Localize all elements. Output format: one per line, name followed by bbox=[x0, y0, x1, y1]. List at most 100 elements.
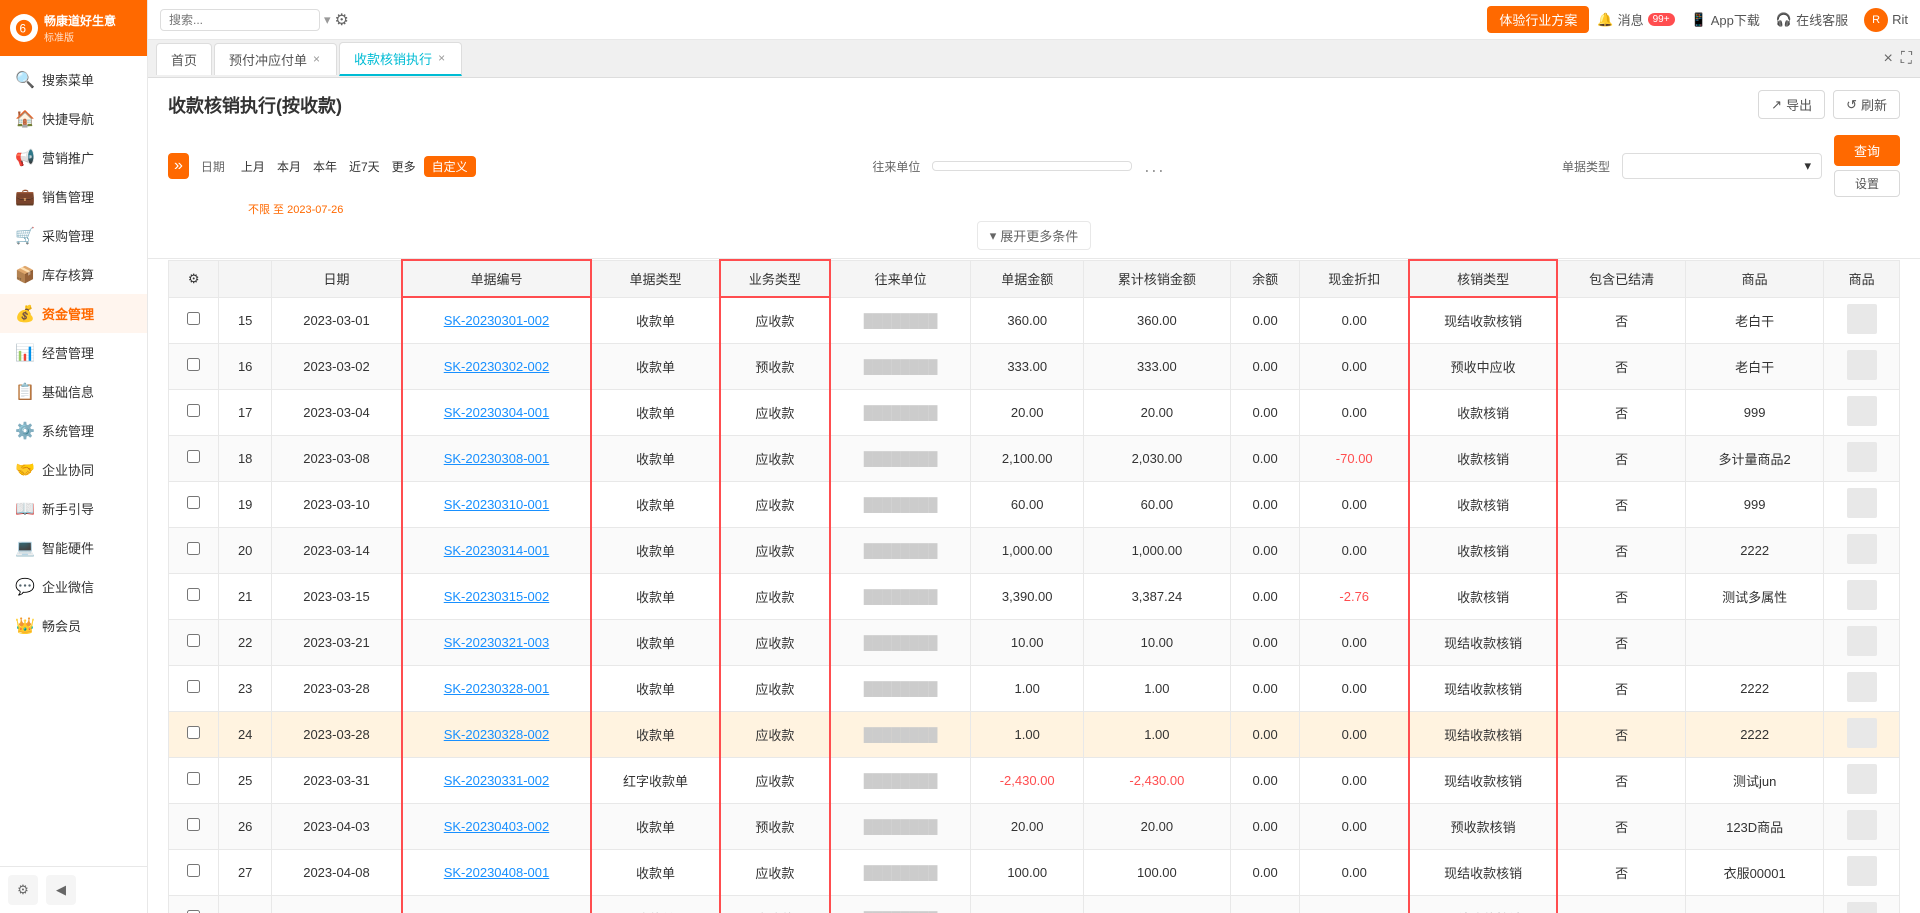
row-goods: 2222 bbox=[1686, 665, 1824, 711]
row-cumulative: 10.00 bbox=[1083, 619, 1230, 665]
row-checkbox[interactable] bbox=[169, 435, 219, 481]
bill-no-link[interactable]: SK-20230304-001 bbox=[444, 405, 550, 420]
sidebar-item-inventory[interactable]: 📦 库存核算 bbox=[0, 255, 147, 294]
row-date: 2023-04-18 bbox=[271, 895, 401, 913]
setting-button[interactable]: 设置 bbox=[1834, 170, 1900, 197]
sidebar-item-hardware[interactable]: 💻 智能硬件 bbox=[0, 528, 147, 567]
bill-no-link[interactable]: SK-20230314-001 bbox=[444, 543, 550, 558]
bill-no-link[interactable]: SK-20230301-002 bbox=[444, 313, 550, 328]
custom-date-button[interactable]: 自定义 bbox=[424, 156, 476, 177]
sidebar-item-wechat[interactable]: 💬 企业微信 bbox=[0, 567, 147, 606]
row-bill-type: 收款单 bbox=[591, 849, 720, 895]
bill-no-link[interactable]: SK-20230308-001 bbox=[444, 451, 550, 466]
tab-collection-close[interactable]: × bbox=[436, 51, 447, 65]
notification-button[interactable]: 🔔 消息 99+ bbox=[1597, 10, 1674, 29]
sidebar-item-guide[interactable]: 📖 新手引导 bbox=[0, 489, 147, 528]
bill-no-link[interactable]: SK-20230328-001 bbox=[444, 681, 550, 696]
bill-no-link[interactable]: SK-20230408-001 bbox=[444, 865, 550, 880]
bill-no-link[interactable]: SK-20230321-003 bbox=[444, 635, 550, 650]
sidebar-item-member[interactable]: 👑 畅会员 bbox=[0, 606, 147, 645]
row-amount: 100.00 bbox=[971, 895, 1084, 913]
sidebar-item-quick[interactable]: 🏠 快捷导航 bbox=[0, 99, 147, 138]
row-checkbox[interactable] bbox=[169, 803, 219, 849]
table-row: 24 2023-03-28 SK-20230328-002 收款单 应收款 ██… bbox=[169, 711, 1900, 757]
bill-no-link[interactable]: SK-20230310-001 bbox=[444, 497, 550, 512]
row-biz-type: 应收款 bbox=[720, 849, 830, 895]
tab-payable[interactable]: 预付冲应付单 × bbox=[214, 43, 337, 75]
sidebar-item-purchase[interactable]: 🛒 采购管理 bbox=[0, 216, 147, 255]
row-balance: 0.00 bbox=[1230, 895, 1300, 913]
last7-button[interactable]: 近7天 bbox=[345, 156, 384, 177]
app-download-button[interactable]: 📱 App下载 bbox=[1691, 10, 1760, 29]
row-partner: ████████ bbox=[830, 389, 971, 435]
customer-input[interactable] bbox=[932, 161, 1132, 171]
row-checkbox[interactable] bbox=[169, 895, 219, 913]
row-checkbox[interactable] bbox=[169, 297, 219, 343]
row-include-settled: 否 bbox=[1557, 527, 1685, 573]
sidebar-icon-purchase: 🛒 bbox=[16, 227, 34, 245]
bill-type-select[interactable]: ▾ bbox=[1622, 153, 1822, 179]
row-goods2 bbox=[1824, 573, 1900, 619]
sidebar-item-system[interactable]: ⚙️ 系统管理 bbox=[0, 411, 147, 450]
export-button[interactable]: ↗ 导出 bbox=[1758, 90, 1825, 119]
row-checkbox[interactable] bbox=[169, 665, 219, 711]
row-goods: 123D商品 bbox=[1686, 803, 1824, 849]
row-amount: 20.00 bbox=[971, 803, 1084, 849]
sidebar-item-operation[interactable]: 📊 经营管理 bbox=[0, 333, 147, 372]
sidebar-item-sales[interactable]: 💼 销售管理 bbox=[0, 177, 147, 216]
bill-no-link[interactable]: SK-20230302-002 bbox=[444, 359, 550, 374]
this-month-button[interactable]: 本月 bbox=[273, 156, 305, 177]
industry-solution-button[interactable]: 体验行业方案 bbox=[1487, 6, 1589, 33]
sidebar-item-base[interactable]: 📋 基础信息 bbox=[0, 372, 147, 411]
sidebar-item-marketing[interactable]: 📢 营销推广 bbox=[0, 138, 147, 177]
row-cash-discount: 0.00 bbox=[1300, 849, 1409, 895]
row-checkbox[interactable] bbox=[169, 711, 219, 757]
sidebar-settings-button[interactable]: ⚙ bbox=[8, 875, 38, 905]
last-month-button[interactable]: 上月 bbox=[237, 156, 269, 177]
refresh-button[interactable]: ↺ 刷新 bbox=[1833, 90, 1900, 119]
more-button[interactable]: 更多 bbox=[388, 156, 420, 177]
bill-no-link[interactable]: SK-20230328-002 bbox=[444, 727, 550, 742]
tab-home[interactable]: 首页 bbox=[156, 43, 212, 75]
sidebar-item-finance[interactable]: 💰 资金管理 bbox=[0, 294, 147, 333]
query-button[interactable]: 查询 bbox=[1834, 135, 1900, 166]
topbar-gear-icon[interactable]: ⚙ bbox=[335, 10, 349, 30]
row-goods2 bbox=[1824, 619, 1900, 665]
row-checkbox[interactable] bbox=[169, 343, 219, 389]
tab-window-expand-button[interactable]: ⛶ bbox=[1901, 50, 1912, 68]
refresh-label: 刷新 bbox=[1861, 95, 1887, 114]
sidebar-collapse-button[interactable]: ◀ bbox=[46, 875, 76, 905]
sidebar-item-search[interactable]: 🔍 搜索菜单 bbox=[0, 60, 147, 99]
sidebar-item-enterprise[interactable]: 🤝 企业协同 bbox=[0, 450, 147, 489]
this-year-button[interactable]: 本年 bbox=[309, 156, 341, 177]
row-checkbox[interactable] bbox=[169, 849, 219, 895]
main-table: ⚙ 日期 单据编号 单据类型 业务类型 往来单位 单据金额 累计核销金额 余额 … bbox=[168, 259, 1900, 913]
tab-payable-close[interactable]: × bbox=[311, 52, 322, 66]
row-date: 2023-03-28 bbox=[271, 711, 401, 757]
row-balance: 0.00 bbox=[1230, 343, 1300, 389]
row-checkbox[interactable] bbox=[169, 527, 219, 573]
bill-no-link[interactable]: SK-20230315-002 bbox=[444, 589, 550, 604]
topbar-search-input[interactable] bbox=[160, 9, 320, 31]
user-profile-button[interactable]: R Rit bbox=[1864, 8, 1908, 32]
row-bill-type: 收款单 bbox=[591, 665, 720, 711]
sidebar-label-marketing: 营销推广 bbox=[42, 148, 94, 167]
row-goods2 bbox=[1824, 665, 1900, 711]
logo-text: 畅康道好生意 bbox=[44, 12, 116, 29]
row-checkbox[interactable] bbox=[169, 389, 219, 435]
row-checkbox[interactable] bbox=[169, 619, 219, 665]
online-service-button[interactable]: 🎧 在线客服 bbox=[1776, 10, 1848, 29]
col-gear[interactable]: ⚙ bbox=[169, 260, 219, 297]
tab-collection[interactable]: 收款核销执行 × bbox=[339, 42, 462, 76]
row-checkbox[interactable] bbox=[169, 481, 219, 527]
row-checkbox[interactable] bbox=[169, 573, 219, 619]
tab-window-close-button[interactable]: × bbox=[1883, 50, 1892, 68]
bill-no-link[interactable]: SK-20230331-002 bbox=[444, 773, 550, 788]
row-checkbox[interactable] bbox=[169, 757, 219, 803]
row-bill-no: SK-20230321-003 bbox=[402, 619, 591, 665]
expand-button[interactable]: ▾ 展开更多条件 bbox=[977, 221, 1092, 250]
filter-collapse-button[interactable]: » bbox=[168, 153, 189, 179]
bill-no-link[interactable]: SK-20230403-002 bbox=[444, 819, 550, 834]
row-goods2 bbox=[1824, 481, 1900, 527]
row-biz-type: 预收款 bbox=[720, 343, 830, 389]
